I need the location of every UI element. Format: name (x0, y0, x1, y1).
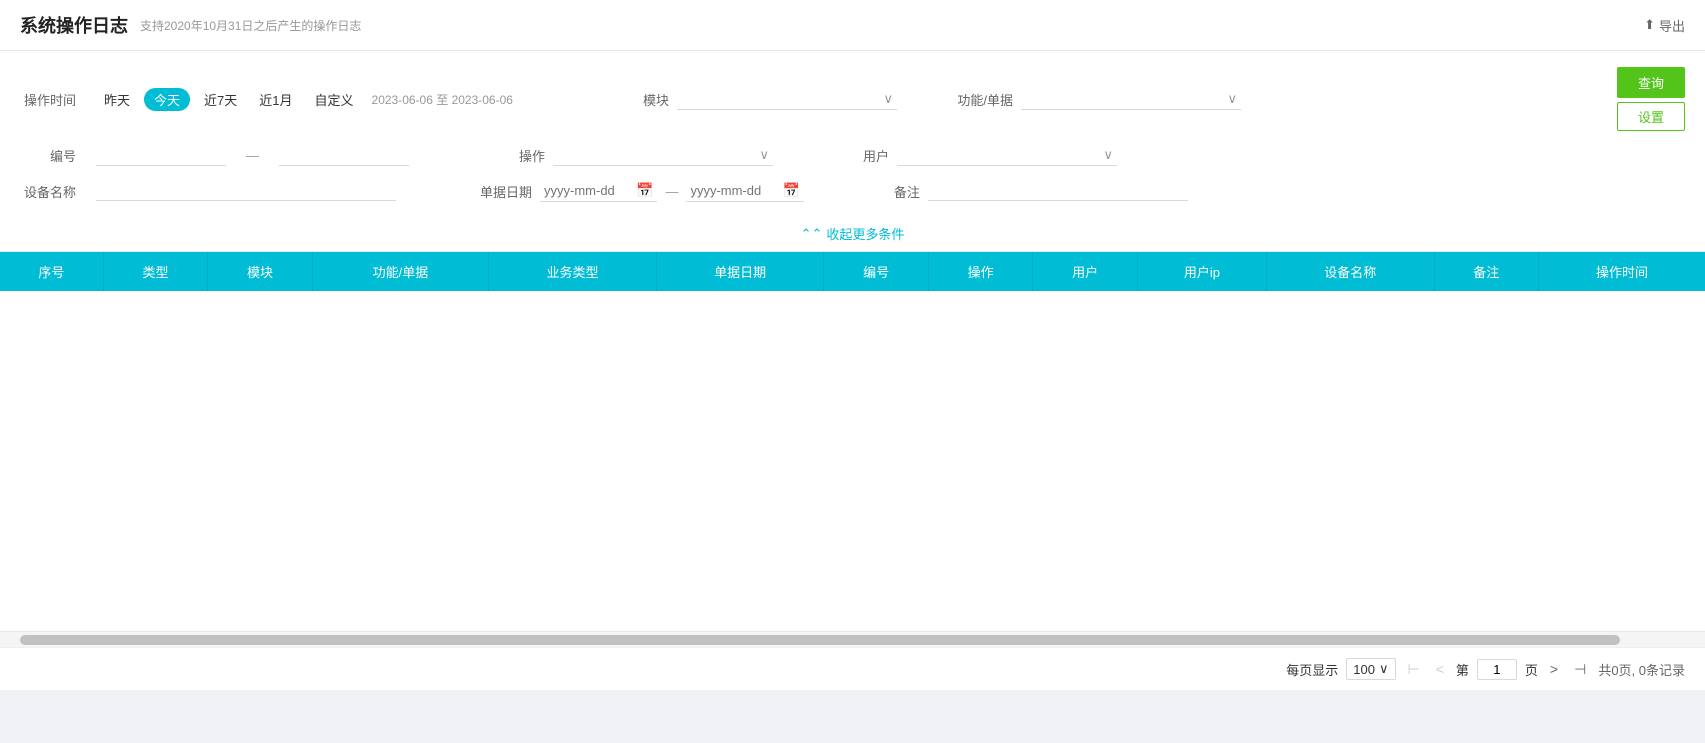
time-btn-custom[interactable]: 自定义 (307, 88, 362, 111)
empty-area (0, 291, 1705, 631)
collapse-up-icon: ⌃⌃ (801, 226, 823, 242)
first-page-button[interactable]: ⊢ (1404, 659, 1424, 680)
date-from-wrap: 📅 (540, 180, 657, 202)
export-icon: ⬆ (1644, 17, 1655, 33)
page-header: 系统操作日志 支持2020年10月31日之后产生的操作日志 ⬆ 导出 (0, 0, 1705, 51)
time-buttons: 昨天 今天 近7天 近1月 自定义 2023-06-06 至 2023-06-0… (96, 88, 513, 111)
data-table: 序号类型模块功能/单据业务类型单据日期编号操作用户用户ip设备名称备注操作时间 (0, 252, 1705, 291)
filter-row-1: 操作时间 昨天 今天 近7天 近1月 自定义 2023-06-06 至 2023… (20, 67, 1685, 131)
last-page-button[interactable]: ⊣ (1570, 659, 1590, 680)
filter-row-3: 设备名称 单据日期 📅 — 📅 备注 (20, 180, 1685, 202)
table-col-业务类型: 业务类型 (489, 252, 657, 291)
func-label: 功能/单据 (957, 90, 1013, 109)
number-from-input[interactable] (96, 146, 226, 166)
module-select[interactable]: ∨ (677, 89, 897, 110)
operation-select[interactable]: ∨ (553, 145, 773, 166)
table-col-操作: 操作 (928, 252, 1032, 291)
number-to-input[interactable] (279, 146, 409, 166)
time-btn-yesterday[interactable]: 昨天 (96, 88, 138, 111)
table-col-备注: 备注 (1434, 252, 1538, 291)
query-button[interactable]: 查询 (1617, 67, 1685, 98)
module-chevron-icon: ∨ (883, 91, 893, 107)
next-page-button[interactable]: > (1546, 659, 1562, 679)
operation-label: 操作 (489, 146, 545, 165)
scrollbar-thumb[interactable] (20, 635, 1620, 645)
date-to-wrap: 📅 (686, 180, 803, 202)
number-label: 编号 (20, 146, 76, 165)
collapse-label: 收起更多条件 (826, 224, 904, 243)
table-col-序号: 序号 (0, 252, 103, 291)
pagination-bar: 每页显示 100 ∨ ⊢ < 第 页 > ⊣ 共0页, 0条记录 (0, 647, 1705, 690)
page-subtitle: 支持2020年10月31日之后产生的操作日志 (140, 17, 361, 34)
table-col-类型: 类型 (103, 252, 207, 291)
export-label: 导出 (1659, 16, 1685, 35)
per-page-label: 每页显示 (1286, 660, 1338, 679)
calendar-to-icon[interactable]: 📅 (782, 182, 799, 199)
remark-input[interactable] (928, 181, 1188, 201)
device-input[interactable] (96, 181, 396, 201)
module-label: 模块 (613, 90, 669, 109)
calendar-from-icon[interactable]: 📅 (636, 182, 653, 199)
settings-button[interactable]: 设置 (1617, 102, 1685, 131)
table-col-用户: 用户 (1033, 252, 1137, 291)
date-range-display: 2023-06-06 至 2023-06-06 (372, 91, 513, 108)
table-col-设备名称: 设备名称 (1266, 252, 1434, 291)
number-dash: — (246, 148, 259, 163)
collapse-bar[interactable]: ⌃⌃ 收起更多条件 (0, 216, 1705, 252)
time-btn-today[interactable]: 今天 (144, 88, 190, 111)
page-number-input[interactable] (1477, 659, 1517, 680)
user-label: 用户 (833, 146, 889, 165)
page-size-select[interactable]: 100 ∨ (1346, 658, 1395, 680)
func-chevron-icon: ∨ (1227, 91, 1237, 107)
date-dash: — (665, 184, 678, 199)
table-col-用户ip: 用户ip (1137, 252, 1266, 291)
table-col-单据日期: 单据日期 (656, 252, 824, 291)
date-from-input[interactable] (544, 183, 632, 198)
remark-label: 备注 (864, 182, 920, 201)
table-section: 序号类型模块功能/单据业务类型单据日期编号操作用户用户ip设备名称备注操作时间 (0, 252, 1705, 631)
total-info: 共0页, 0条记录 (1598, 660, 1685, 679)
table-col-编号: 编号 (824, 252, 928, 291)
page-label: 第 (1456, 660, 1469, 679)
action-buttons: 查询 设置 (1617, 67, 1685, 131)
time-btn-7days[interactable]: 近7天 (196, 88, 245, 111)
func-select[interactable]: ∨ (1021, 89, 1241, 110)
date-to-input[interactable] (690, 183, 778, 198)
user-select[interactable]: ∨ (897, 145, 1117, 166)
table-col-功能/单据: 功能/单据 (312, 252, 488, 291)
table-header: 序号类型模块功能/单据业务类型单据日期编号操作用户用户ip设备名称备注操作时间 (0, 252, 1705, 291)
table-col-模块: 模块 (208, 252, 312, 291)
filter-row-2: 编号 — 操作 ∨ 用户 ∨ (20, 145, 1685, 166)
time-label: 操作时间 (20, 90, 76, 109)
export-button[interactable]: ⬆ 导出 (1644, 16, 1685, 35)
page-unit: 页 (1525, 660, 1538, 679)
device-label: 设备名称 (20, 182, 76, 201)
page-size-value: 100 (1353, 662, 1375, 677)
horizontal-scrollbar[interactable] (0, 631, 1705, 647)
operation-chevron-icon: ∨ (759, 147, 769, 163)
time-btn-1month[interactable]: 近1月 (251, 88, 300, 111)
page-size-chevron: ∨ (1379, 661, 1389, 677)
user-chevron-icon: ∨ (1103, 147, 1113, 163)
page-title: 系统操作日志 (20, 12, 128, 38)
filter-section: 操作时间 昨天 今天 近7天 近1月 自定义 2023-06-06 至 2023… (0, 51, 1705, 252)
voucher-date-label: 单据日期 (476, 182, 532, 201)
table-col-操作时间: 操作时间 (1539, 252, 1705, 291)
prev-page-button[interactable]: < (1432, 659, 1448, 679)
